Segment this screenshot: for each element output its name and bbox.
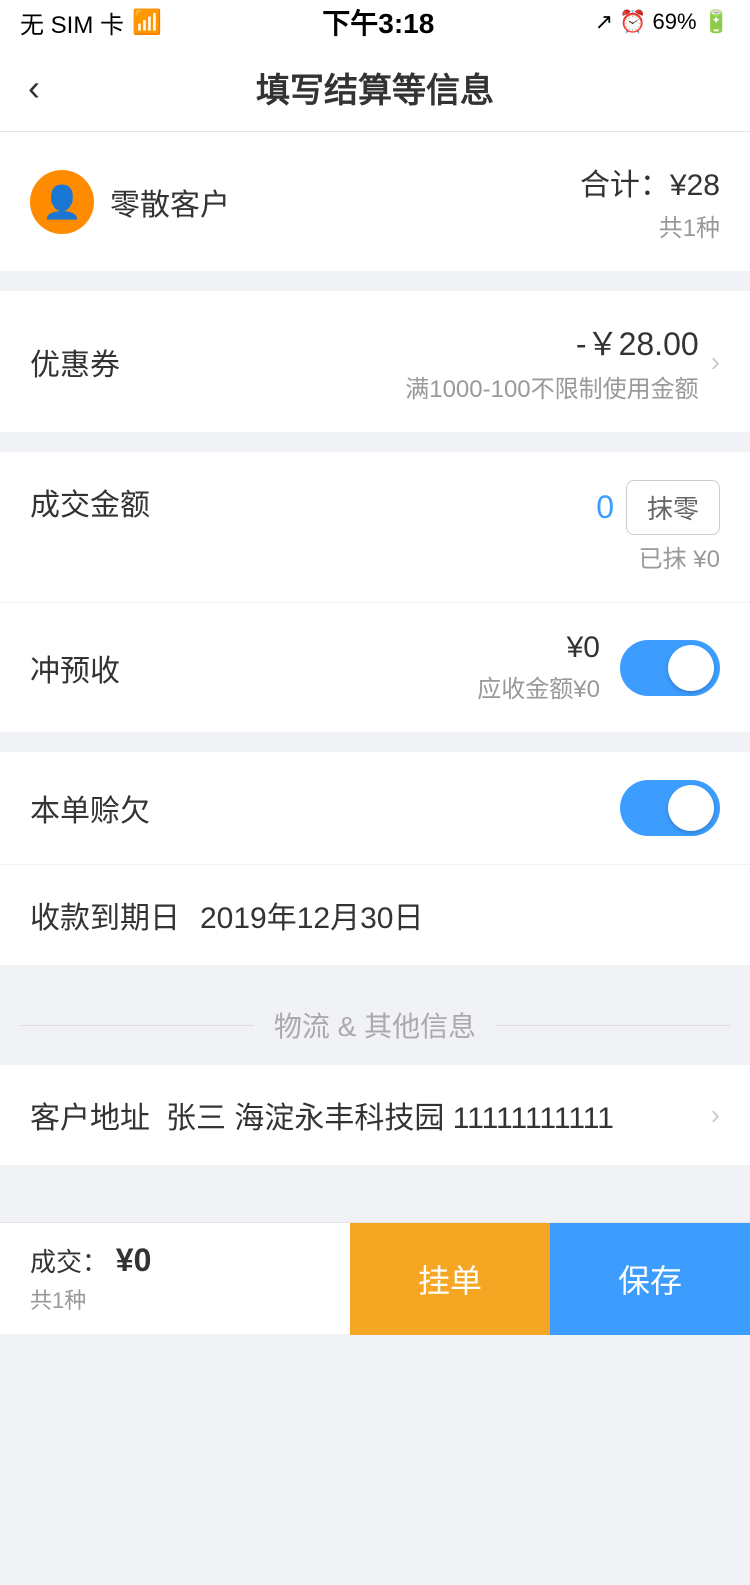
toggle-knob xyxy=(668,645,714,691)
credit-section: 本单赊欠 收款到期日 2019年12月30日 xyxy=(0,752,750,965)
due-date-section: 收款到期日 2019年12月30日 xyxy=(0,864,750,965)
amount-section: 成交金额 0 抹零 已抹 ¥0 冲预收 ¥0 应收金额¥0 xyxy=(0,452,750,732)
divider-1 xyxy=(0,271,750,291)
credit-toggle-knob xyxy=(668,785,714,831)
prepay-toggle[interactable] xyxy=(620,640,720,696)
page-title: 填写结算等信息 xyxy=(256,63,494,112)
customer-right: 合计：¥28 共1种 xyxy=(580,160,720,243)
prepay-values: ¥0 应收金额¥0 xyxy=(477,631,600,704)
prepay-row: 冲预收 ¥0 应收金额¥0 xyxy=(0,602,750,732)
content: 👤 零散客户 合计：¥28 共1种 优惠券 -￥28.00 满1000-100不… xyxy=(0,132,750,1585)
credit-label: 本单赊欠 xyxy=(30,786,150,830)
address-value: 张三 海淀永丰科技园 11111111111 xyxy=(150,1093,711,1137)
coupon-chevron: › xyxy=(711,346,720,378)
location-icon: ↗ xyxy=(595,9,613,35)
divider-3 xyxy=(0,732,750,752)
transaction-top: 0 抹零 xyxy=(596,480,720,535)
customer-total: 合计：¥28 xyxy=(580,160,720,204)
address-chevron: › xyxy=(711,1099,720,1131)
coupon-right: -￥28.00 满1000-100不限制使用金额 › xyxy=(405,319,720,404)
battery-icon: 🔋 xyxy=(703,9,730,35)
transaction-value: 0 xyxy=(596,489,614,526)
customer-left: 👤 零散客户 xyxy=(30,170,230,234)
coupon-discount: -￥28.00 xyxy=(405,319,698,365)
bottom-info: 成交： ¥0 共1种 xyxy=(0,1242,350,1315)
logistics-line-left xyxy=(20,1025,254,1026)
bottom-bar: 成交： ¥0 共1种 挂单 保存 xyxy=(0,1222,750,1334)
address-row[interactable]: 客户地址 张三 海淀永丰科技园 11111111111 › xyxy=(0,1065,750,1165)
due-date-row: 收款到期日 2019年12月30日 xyxy=(0,865,750,965)
prepay-right: ¥0 应收金额¥0 xyxy=(477,631,720,704)
transaction-sub: 已抹 ¥0 xyxy=(639,539,720,574)
coupon-label: 优惠券 xyxy=(30,340,120,384)
coupon-row[interactable]: 优惠券 -￥28.00 满1000-100不限制使用金额 › xyxy=(0,291,750,432)
divider-2 xyxy=(0,432,750,452)
save-button[interactable]: 保存 xyxy=(550,1223,750,1335)
customer-count: 共1种 xyxy=(580,208,720,243)
bottom-transaction-line: 成交： ¥0 xyxy=(30,1242,320,1279)
status-time: 下午3:18 xyxy=(322,2,434,42)
address-section: 客户地址 张三 海淀永丰科技园 11111111111 › xyxy=(0,1065,750,1165)
bottom-transaction-value: ¥0 xyxy=(116,1242,152,1278)
battery-level: 69% xyxy=(653,9,697,35)
alarm-icon: ⏰ xyxy=(619,9,646,35)
credit-toggle[interactable] xyxy=(620,780,720,836)
carrier-text: 无 SIM 卡 xyxy=(20,5,124,40)
hang-button[interactable]: 挂单 xyxy=(350,1223,550,1335)
back-button[interactable]: ‹ xyxy=(28,67,40,109)
customer-section: 👤 零散客户 合计：¥28 共1种 xyxy=(0,132,750,271)
logistics-header: 物流 & 其他信息 xyxy=(0,985,750,1065)
transaction-right: 0 抹零 已抹 ¥0 xyxy=(596,480,720,574)
prepay-sub: 应收金额¥0 xyxy=(477,669,600,704)
address-label: 客户地址 xyxy=(30,1093,150,1137)
due-date-label: 收款到期日 xyxy=(30,893,180,937)
bottom-count: 共1种 xyxy=(30,1283,320,1315)
prepay-value: ¥0 xyxy=(477,631,600,665)
status-bar: 无 SIM 卡 📶 下午3:18 ↗ ⏰ 69% 🔋 xyxy=(0,0,750,44)
customer-name: 零散客户 xyxy=(110,180,230,224)
transaction-label: 成交金额 xyxy=(30,480,150,524)
avatar-icon: 👤 xyxy=(42,183,82,221)
transaction-row: 成交金额 0 抹零 已抹 ¥0 xyxy=(0,452,750,602)
round-zero-button[interactable]: 抹零 xyxy=(626,480,720,535)
coupon-sub: 满1000-100不限制使用金额 xyxy=(405,369,698,404)
coupon-section: 优惠券 -￥28.00 满1000-100不限制使用金额 › xyxy=(0,291,750,432)
divider-4 xyxy=(0,965,750,985)
wifi-icon: 📶 xyxy=(132,8,162,37)
customer-avatar: 👤 xyxy=(30,170,94,234)
nav-bar: ‹ 填写结算等信息 xyxy=(0,44,750,132)
due-date-value: 2019年12月30日 xyxy=(200,893,423,937)
logistics-line-right xyxy=(496,1025,730,1026)
logistics-title: 物流 & 其他信息 xyxy=(274,1005,476,1045)
bottom-transaction-label: 成交： xyxy=(30,1247,108,1277)
prepay-label: 冲预收 xyxy=(30,646,120,690)
status-right: ↗ ⏰ 69% 🔋 xyxy=(595,9,730,35)
credit-row: 本单赊欠 xyxy=(0,752,750,864)
status-left: 无 SIM 卡 📶 xyxy=(20,5,162,40)
